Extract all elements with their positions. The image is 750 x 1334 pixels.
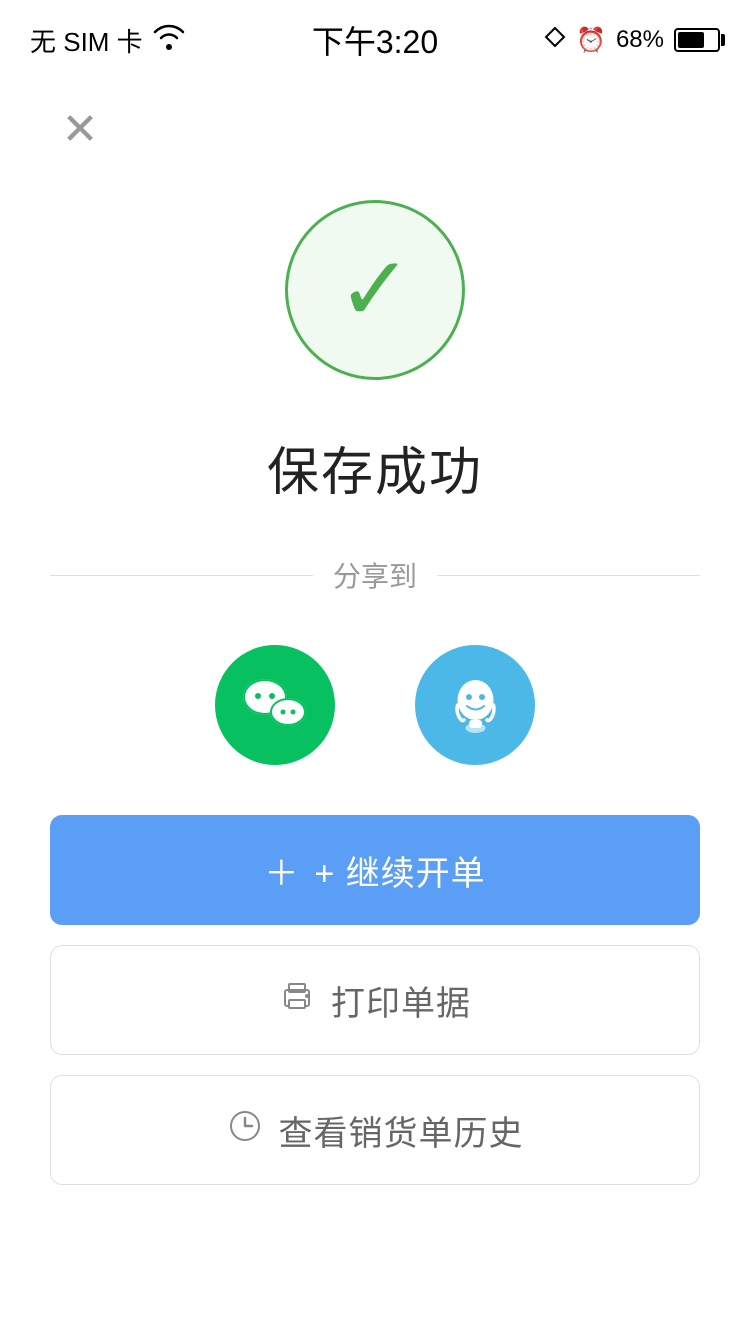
no-sim-text: 无 SIM 卡 (30, 22, 143, 59)
battery-icon (674, 28, 720, 52)
close-button[interactable]: ✕ (50, 100, 110, 160)
share-icons (50, 645, 700, 765)
close-icon: ✕ (62, 108, 99, 152)
checkmark-icon: ✓ (337, 245, 412, 335)
action-buttons: ＋ + 继续开单 打印单据 查看销货单历 (50, 815, 700, 1185)
print-label: 打印单据 (331, 976, 471, 1025)
continue-label: + 继续开单 (314, 846, 485, 895)
wechat-icon (240, 675, 310, 735)
qq-icon (448, 673, 503, 738)
wechat-share-button[interactable] (215, 645, 335, 765)
print-button[interactable]: 打印单据 (50, 945, 700, 1055)
status-bar: 无 SIM 卡 下午3:20 ⏰ 68% (0, 0, 750, 80)
history-button[interactable]: 查看销货单历史 (50, 1075, 700, 1185)
plus-icon: ＋ (264, 846, 298, 895)
status-right: ⏰ 68% (544, 26, 720, 55)
wifi-icon (153, 24, 185, 57)
battery-percent: 68% (616, 26, 664, 54)
qq-share-button[interactable] (415, 645, 535, 765)
location-icon (544, 26, 566, 55)
main-content: ✕ ✓ 保存成功 分享到 (0, 80, 750, 1185)
success-circle: ✓ (285, 200, 465, 380)
status-time: 下午3:20 (312, 17, 438, 63)
share-divider: 分享到 (50, 555, 700, 595)
status-left: 无 SIM 卡 (30, 22, 185, 59)
success-area: ✓ 保存成功 (50, 200, 700, 505)
share-section: 分享到 (50, 555, 700, 765)
continue-button[interactable]: ＋ + 继续开单 (50, 815, 700, 925)
print-icon (279, 978, 315, 1022)
clock-icon (227, 1108, 263, 1152)
share-label: 分享到 (313, 555, 437, 595)
history-label: 查看销货单历史 (279, 1106, 524, 1155)
alarm-icon: ⏰ (576, 26, 606, 55)
success-title: 保存成功 (267, 430, 483, 505)
